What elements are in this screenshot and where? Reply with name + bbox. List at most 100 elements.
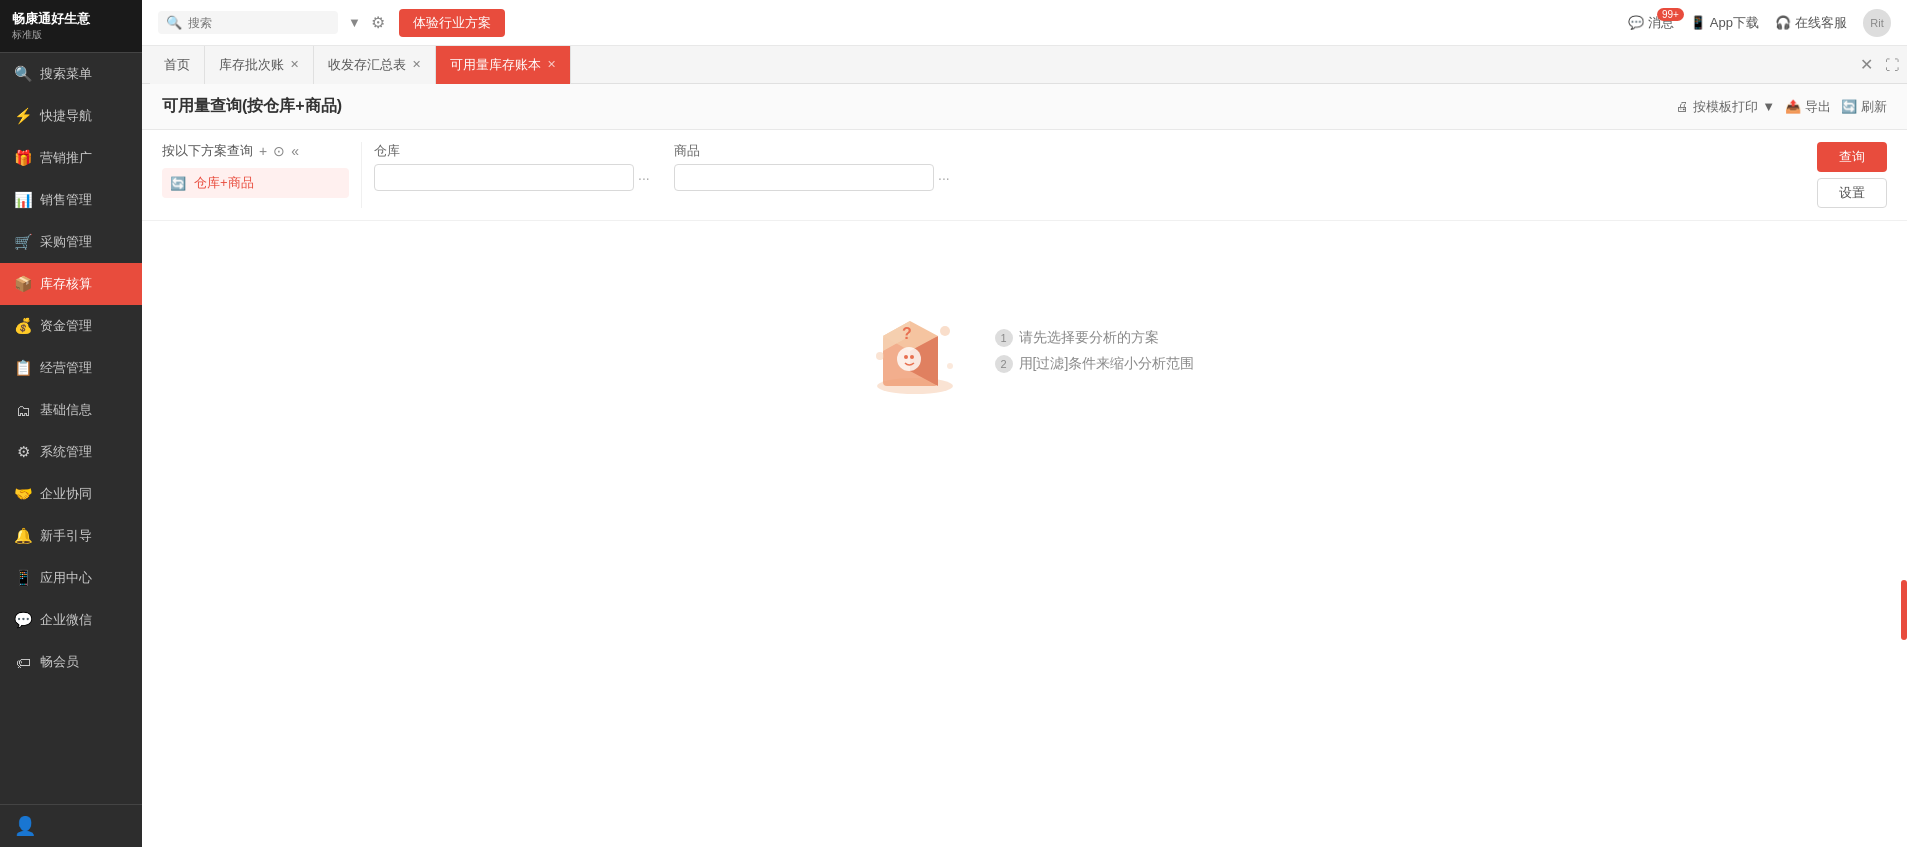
svg-point-5 — [897, 347, 921, 371]
tab-close-available[interactable]: ✕ — [547, 58, 556, 71]
sidebar-icon-search: 🔍 — [14, 65, 32, 83]
sidebar-icon-finance: 💰 — [14, 317, 32, 335]
sidebar-item-sales[interactable]: 📊 销售管理 — [0, 179, 142, 221]
sidebar-label-apps: 应用中心 — [40, 569, 92, 587]
query-scheme-panel: 按以下方案查询 + ⊙ « 🔄 仓库+商品 — [162, 142, 362, 208]
sidebar-label-finance: 资金管理 — [40, 317, 92, 335]
query-btn-group: 查询 设置 — [1817, 142, 1887, 208]
tabbar-expand-icon[interactable]: ⛶ — [1885, 57, 1899, 73]
empty-state: ? 1 请先选择要分析的方案 2 用[过滤]条件来缩小分析范围 — [142, 221, 1907, 481]
sidebar-item-inventory[interactable]: 📦 库存核算 — [0, 263, 142, 305]
message-icon: 💬 — [1628, 15, 1644, 30]
trial-button[interactable]: 体验行业方案 — [399, 9, 505, 37]
app-name: 畅康通好生意 — [12, 10, 130, 28]
sidebar: 畅康通好生意 标准版 🔍 搜索菜单 ⚡ 快捷导航 🎁 营销推广 📊 销售管理 🛒… — [0, 0, 142, 847]
empty-illustration: ? — [855, 301, 975, 401]
scheme-collapse-icon[interactable]: « — [291, 143, 299, 159]
query-area: 按以下方案查询 + ⊙ « 🔄 仓库+商品 仓库 ··· — [142, 130, 1907, 221]
app-download-button[interactable]: 📱 App下载 — [1690, 14, 1759, 32]
sidebar-item-finance[interactable]: 💰 资金管理 — [0, 305, 142, 347]
query-button[interactable]: 查询 — [1817, 142, 1887, 172]
user-name-label: Rit — [1870, 17, 1883, 29]
scheme-item-warehouse-goods[interactable]: 🔄 仓库+商品 — [162, 168, 349, 198]
filter-goods-text: 商品 — [674, 142, 700, 160]
sidebar-icon-system: ⚙ — [14, 443, 32, 461]
sidebar-item-system[interactable]: ⚙ 系统管理 — [0, 431, 142, 473]
sidebar-item-operations[interactable]: 📋 经营管理 — [0, 347, 142, 389]
tabbar-close-icon[interactable]: ✕ — [1854, 55, 1879, 74]
filter-goods-more-icon[interactable]: ··· — [938, 170, 950, 186]
tab-close-batch[interactable]: ✕ — [290, 58, 299, 71]
tab-label-summary: 收发存汇总表 — [328, 56, 406, 74]
tab-available[interactable]: 可用量库存账本✕ — [436, 46, 571, 84]
tab-label-batch: 库存批次账 — [219, 56, 284, 74]
user-avatar-icon: 👤 — [14, 815, 36, 837]
tab-home[interactable]: 首页 — [150, 46, 205, 84]
app-download-label: App下载 — [1710, 14, 1759, 32]
svg-point-6 — [904, 355, 908, 359]
sidebar-item-wechat[interactable]: 💬 企业微信 — [0, 599, 142, 641]
main-area: 🔍 ▼ ⚙ 体验行业方案 💬 消息 99+ 📱 App下载 🎧 在线客服 Rit — [142, 0, 1907, 847]
topbar-dropdown-icon[interactable]: ▼ — [348, 15, 361, 30]
topbar: 🔍 ▼ ⚙ 体验行业方案 💬 消息 99+ 📱 App下载 🎧 在线客服 Rit — [142, 0, 1907, 46]
add-scheme-icon[interactable]: + — [259, 143, 267, 159]
topbar-search-box[interactable]: 🔍 — [158, 11, 338, 34]
sidebar-icon-basic: 🗂 — [14, 402, 32, 419]
sidebar-item-search[interactable]: 🔍 搜索菜单 — [0, 53, 142, 95]
user-avatar[interactable]: Rit — [1863, 9, 1891, 37]
topbar-gear-icon[interactable]: ⚙ — [371, 13, 385, 32]
export-button[interactable]: 📤 导出 — [1785, 98, 1831, 116]
online-service-label: 在线客服 — [1795, 14, 1847, 32]
sidebar-icon-wechat: 💬 — [14, 611, 32, 629]
sidebar-icon-marketing: 🎁 — [14, 149, 32, 167]
refresh-button[interactable]: 🔄 刷新 — [1841, 98, 1887, 116]
sidebar-label-purchase: 采购管理 — [40, 233, 92, 251]
search-icon: 🔍 — [166, 15, 182, 30]
sidebar-item-basic[interactable]: 🗂 基础信息 — [0, 389, 142, 431]
sidebar-item-enterprise[interactable]: 🤝 企业协同 — [0, 473, 142, 515]
sidebar-label-wechat: 企业微信 — [40, 611, 92, 629]
sidebar-item-marketing[interactable]: 🎁 营销推广 — [0, 137, 142, 179]
filter-warehouse-label: 仓库 — [374, 142, 654, 160]
message-button[interactable]: 💬 消息 99+ — [1628, 14, 1674, 32]
sidebar-item-apps[interactable]: 📱 应用中心 — [0, 557, 142, 599]
page-title: 可用量查询(按仓库+商品) — [162, 96, 342, 117]
scheme-settings-icon[interactable]: ⊙ — [273, 143, 285, 159]
filter-goods-input[interactable] — [674, 164, 934, 191]
sidebar-label-operations: 经营管理 — [40, 359, 92, 377]
right-scrollbar[interactable] — [1901, 580, 1907, 640]
sidebar-label-marketing: 营销推广 — [40, 149, 92, 167]
svg-point-10 — [876, 352, 884, 360]
export-icon: 📤 — [1785, 99, 1801, 114]
sidebar-label-inventory: 库存核算 — [40, 275, 92, 293]
svg-point-9 — [940, 326, 950, 336]
empty-tips: 1 请先选择要分析的方案 2 用[过滤]条件来缩小分析范围 — [995, 329, 1195, 373]
sidebar-item-member[interactable]: 🏷 畅会员 — [0, 641, 142, 683]
tab-summary[interactable]: 收发存汇总表 ✕ — [314, 46, 436, 84]
refresh-icon: 🔄 — [1841, 99, 1857, 114]
sidebar-item-shortcut[interactable]: ⚡ 快捷导航 — [0, 95, 142, 137]
sidebar-label-system: 系统管理 — [40, 443, 92, 461]
filter-goods: 商品 ··· — [674, 142, 954, 191]
tab-label-home: 首页 — [164, 56, 190, 74]
search-input[interactable] — [188, 16, 328, 30]
tab-batch[interactable]: 库存批次账 ✕ — [205, 46, 314, 84]
tip-text-2: 用[过滤]条件来缩小分析范围 — [1019, 355, 1195, 373]
online-service-button[interactable]: 🎧 在线客服 — [1775, 14, 1847, 32]
print-button[interactable]: 🖨 按模板打印 ▼ — [1676, 98, 1775, 116]
tab-close-summary[interactable]: ✕ — [412, 58, 421, 71]
sidebar-icon-sales: 📊 — [14, 191, 32, 209]
setting-button[interactable]: 设置 — [1817, 178, 1887, 208]
tip-item-1: 1 请先选择要分析的方案 — [995, 329, 1195, 347]
scheme-item-label: 仓库+商品 — [194, 174, 254, 192]
filter-warehouse-more-icon[interactable]: ··· — [638, 170, 650, 186]
app-download-icon: 📱 — [1690, 15, 1706, 30]
print-icon: 🖨 — [1676, 99, 1689, 114]
filter-warehouse-input[interactable] — [374, 164, 634, 191]
sidebar-item-newbie[interactable]: 🔔 新手引导 — [0, 515, 142, 557]
sidebar-item-purchase[interactable]: 🛒 采购管理 — [0, 221, 142, 263]
app-version: 标准版 — [12, 28, 130, 42]
online-service-icon: 🎧 — [1775, 15, 1791, 30]
content-area: 可用量查询(按仓库+商品) 🖨 按模板打印 ▼ 📤 导出 🔄 刷新 — [142, 84, 1907, 847]
print-dropdown-icon[interactable]: ▼ — [1762, 99, 1775, 114]
